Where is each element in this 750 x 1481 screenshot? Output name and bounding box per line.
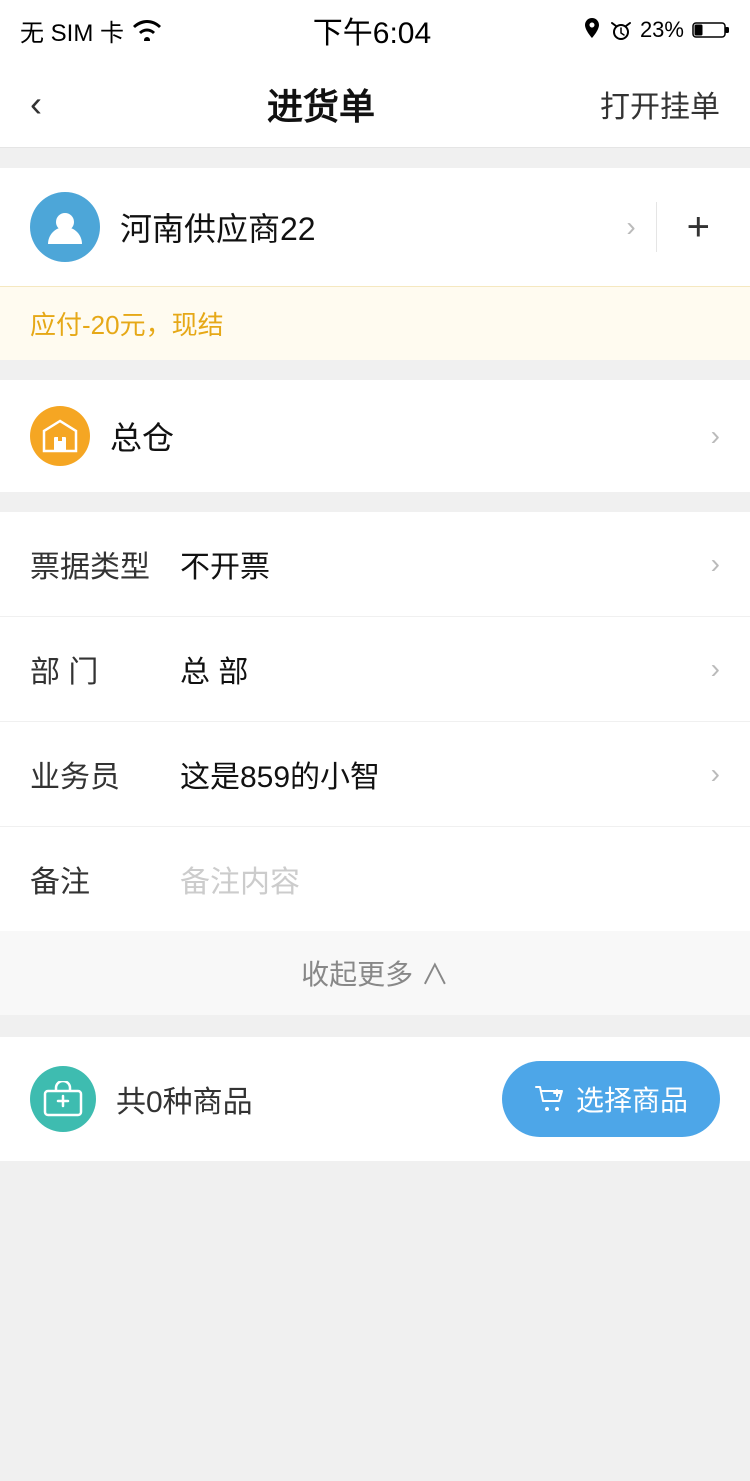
supplier-row[interactable]: 河南供应商22 › + bbox=[0, 168, 750, 286]
collapse-row[interactable]: 收起更多 ∧ bbox=[0, 931, 750, 1015]
alarm-icon bbox=[610, 19, 632, 41]
supplier-row-right: › + bbox=[626, 202, 720, 252]
collapse-label: 收起更多 ∧ bbox=[301, 953, 449, 993]
form-section: 票据类型 不开票 › 部 门 总 部 › 业务员 这是859的小智 › 备注 备… bbox=[0, 512, 750, 931]
bottom-divider bbox=[0, 1015, 750, 1035]
warehouse-row[interactable]: 总仓 › bbox=[0, 380, 750, 492]
chevron-right-icon: › bbox=[626, 211, 635, 243]
remark-label: 备注 bbox=[30, 857, 160, 901]
warehouse-name: 总仓 bbox=[110, 413, 711, 459]
cart-icon bbox=[534, 1085, 566, 1113]
remark-placeholder[interactable]: 备注内容 bbox=[160, 857, 720, 901]
status-bar: 无 SIM 卡 下午6:04 23% bbox=[0, 0, 750, 60]
section-divider-1 bbox=[0, 360, 750, 380]
select-products-button[interactable]: 选择商品 bbox=[502, 1061, 720, 1137]
warehouse-icon-wrap bbox=[30, 406, 90, 466]
chevron-right-icon: › bbox=[711, 653, 720, 685]
bottom-fill bbox=[0, 1161, 750, 1481]
products-icon bbox=[43, 1081, 83, 1117]
supplier-section: 河南供应商22 › + 应付-20元，现结 bbox=[0, 168, 750, 360]
back-button[interactable]: ‹ bbox=[30, 83, 42, 125]
nav-bar: ‹ 进货单 打开挂单 bbox=[0, 60, 750, 148]
supplier-name: 河南供应商22 bbox=[120, 204, 626, 250]
status-time: 下午6:04 bbox=[313, 8, 431, 52]
battery-text: 23% bbox=[640, 17, 684, 43]
notice-bar: 应付-20元，现结 bbox=[0, 286, 750, 360]
form-row-invoice-type[interactable]: 票据类型 不开票 › bbox=[0, 512, 750, 617]
form-row-remark[interactable]: 备注 备注内容 bbox=[0, 827, 750, 931]
page-title: 进货单 bbox=[267, 78, 375, 130]
status-left: 无 SIM 卡 bbox=[20, 13, 162, 48]
department-label: 部 门 bbox=[30, 647, 160, 691]
products-count: 共0种商品 bbox=[116, 1077, 502, 1121]
salesperson-value: 这是859的小智 bbox=[160, 752, 711, 796]
supplier-divider bbox=[656, 202, 657, 252]
products-icon-wrap bbox=[30, 1066, 96, 1132]
status-right: 23% bbox=[582, 17, 730, 43]
warehouse-section: 总仓 › bbox=[0, 380, 750, 492]
top-divider bbox=[0, 148, 750, 168]
select-products-label: 选择商品 bbox=[576, 1079, 688, 1119]
location-icon bbox=[582, 18, 602, 42]
salesperson-label: 业务员 bbox=[30, 752, 160, 796]
chevron-right-icon: › bbox=[711, 420, 720, 452]
products-row: 共0种商品 选择商品 bbox=[0, 1037, 750, 1161]
person-icon bbox=[44, 206, 86, 248]
form-row-department[interactable]: 部 门 总 部 › bbox=[0, 617, 750, 722]
invoice-type-value: 不开票 bbox=[160, 542, 711, 586]
open-pending-button[interactable]: 打开挂单 bbox=[600, 82, 720, 126]
supplier-avatar bbox=[30, 192, 100, 262]
invoice-type-label: 票据类型 bbox=[30, 542, 160, 586]
battery-icon bbox=[692, 20, 730, 40]
chevron-right-icon: › bbox=[711, 758, 720, 790]
warehouse-icon bbox=[42, 419, 78, 453]
notice-text: 应付-20元，现结 bbox=[30, 310, 224, 340]
wifi-icon bbox=[132, 19, 162, 41]
form-row-salesperson[interactable]: 业务员 这是859的小智 › bbox=[0, 722, 750, 827]
sim-signal-text: 无 SIM 卡 bbox=[20, 13, 124, 48]
section-divider-2 bbox=[0, 492, 750, 512]
add-icon[interactable]: + bbox=[677, 205, 720, 250]
department-value: 总 部 bbox=[160, 647, 711, 691]
chevron-right-icon: › bbox=[711, 548, 720, 580]
